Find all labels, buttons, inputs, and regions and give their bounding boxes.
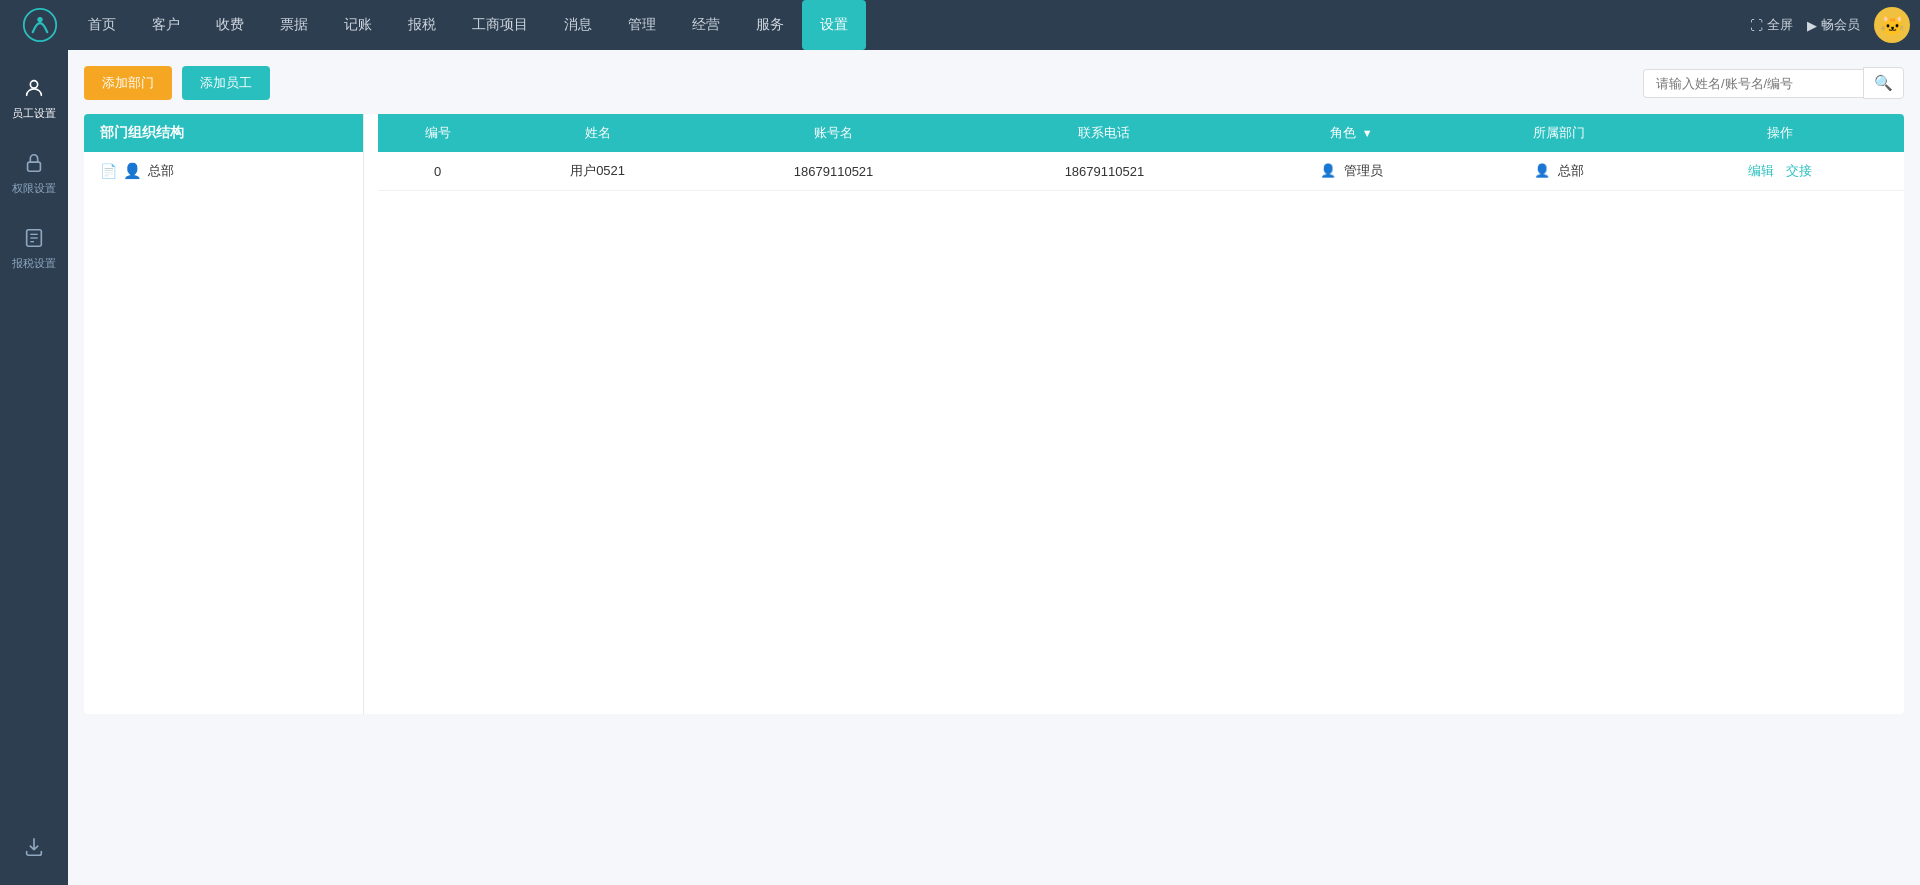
sidebar-item-employee[interactable]: 员工设置 [0,60,68,135]
avatar[interactable]: 🐱 [1874,7,1910,43]
top-nav: 首页 客户 收费 票据 记账 报税 工商项目 消息 管理 经营 服务 设置 ⛶ … [0,0,1920,50]
col-name: 姓名 [497,114,698,152]
cell-role-label: 管理员 [1344,163,1383,178]
cell-phone: 18679110521 [969,152,1240,191]
nav-fees[interactable]: 收费 [198,0,262,50]
tree-item-headquarters[interactable]: 📄 👤 总部 [84,152,363,190]
nav-tax[interactable]: 报税 [390,0,454,50]
toolbar: 添加部门 添加员工 🔍 [84,66,1904,100]
nav-settings[interactable]: 设置 [802,0,866,50]
col-number: 编号 [378,114,497,152]
employee-table: 编号 姓名 账号名 联系电话 角色 ▼ 所属部门 操作 [378,114,1904,191]
nav-business[interactable]: 工商项目 [454,0,546,50]
table-header-row: 编号 姓名 账号名 联系电话 角色 ▼ 所属部门 操作 [378,114,1904,152]
tree-item-label: 总部 [148,162,174,180]
nav-bills[interactable]: 票据 [262,0,326,50]
sidebar-download-btn[interactable] [0,819,68,875]
vip-btn[interactable]: ▶ 畅会员 [1807,16,1860,34]
nav-customer[interactable]: 客户 [134,0,198,50]
search-bar: 🔍 [1643,67,1904,99]
svg-point-2 [30,81,37,88]
col-role[interactable]: 角色 ▼ [1240,114,1463,152]
nav-home[interactable]: 首页 [70,0,134,50]
table-row: 0 用户0521 18679110521 18679110521 👤 管理员 👤… [378,152,1904,191]
employee-icon [20,74,48,102]
taxsettings-icon [20,224,48,252]
nav-message[interactable]: 消息 [546,0,610,50]
sidebar-item-taxsettings[interactable]: 报税设置 [0,210,68,285]
col-account: 账号名 [698,114,969,152]
nav-items: 首页 客户 收费 票据 记账 报税 工商项目 消息 管理 经营 服务 设置 [70,0,1750,50]
content-area: 添加部门 添加员工 🔍 部门组织结构 📄 👤 总部 [68,50,1920,885]
fullscreen-btn[interactable]: ⛶ 全屏 [1750,16,1793,34]
sidebar-item-permissions[interactable]: 权限设置 [0,135,68,210]
fullscreen-icon: ⛶ [1750,18,1763,33]
cell-number: 0 [378,152,497,191]
nav-bookkeeping[interactable]: 记账 [326,0,390,50]
search-input[interactable] [1643,69,1863,98]
main-panel: 部门组织结构 📄 👤 总部 编号 姓名 账号名 联系电话 [84,114,1904,714]
add-dept-button[interactable]: 添加部门 [84,66,172,100]
svg-rect-3 [28,162,41,171]
download-icon [20,833,48,861]
nav-service[interactable]: 服务 [738,0,802,50]
main-layout: 员工设置 权限设置 报税设置 [0,50,1920,885]
edit-link[interactable]: 编辑 [1748,163,1774,178]
sidebar-bottom [0,819,68,885]
col-phone: 联系电话 [969,114,1240,152]
cell-dept: 👤 总部 [1463,152,1656,191]
logo [10,7,70,43]
nav-operation[interactable]: 经营 [674,0,738,50]
sidebar: 员工设置 权限设置 报税设置 [0,50,68,885]
add-employee-button[interactable]: 添加员工 [182,66,270,100]
tree-user-icon: 👤 [123,162,142,180]
tree-panel: 部门组织结构 📄 👤 总部 [84,114,364,714]
cell-account: 18679110521 [698,152,969,191]
role-user-icon: 👤 [1320,163,1336,178]
search-button[interactable]: 🔍 [1863,67,1904,99]
tree-header: 部门组织结构 [84,114,363,152]
filter-icon: ▼ [1362,127,1373,139]
fullscreen-label: 全屏 [1767,16,1793,34]
col-role-label: 角色 [1330,125,1356,140]
dept-user-icon: 👤 [1534,163,1550,178]
permissions-icon [20,149,48,177]
nav-right: ⛶ 全屏 ▶ 畅会员 🐱 [1750,7,1910,43]
vip-icon: ▶ [1807,18,1817,33]
sidebar-employee-label: 员工设置 [12,106,56,121]
sidebar-permissions-label: 权限设置 [12,181,56,196]
svg-point-1 [37,17,42,22]
cell-dept-label: 总部 [1558,163,1584,178]
transfer-link[interactable]: 交接 [1786,163,1812,178]
sidebar-taxsettings-label: 报税设置 [12,256,56,271]
cell-name: 用户0521 [497,152,698,191]
col-dept: 所属部门 [1463,114,1656,152]
table-panel: 编号 姓名 账号名 联系电话 角色 ▼ 所属部门 操作 [378,114,1904,714]
cell-action: 编辑 交接 [1656,152,1904,191]
nav-management[interactable]: 管理 [610,0,674,50]
svg-point-0 [24,9,56,41]
file-icon: 📄 [100,163,117,179]
vip-label: 畅会员 [1821,16,1860,34]
col-action: 操作 [1656,114,1904,152]
cell-role: 👤 管理员 [1240,152,1463,191]
